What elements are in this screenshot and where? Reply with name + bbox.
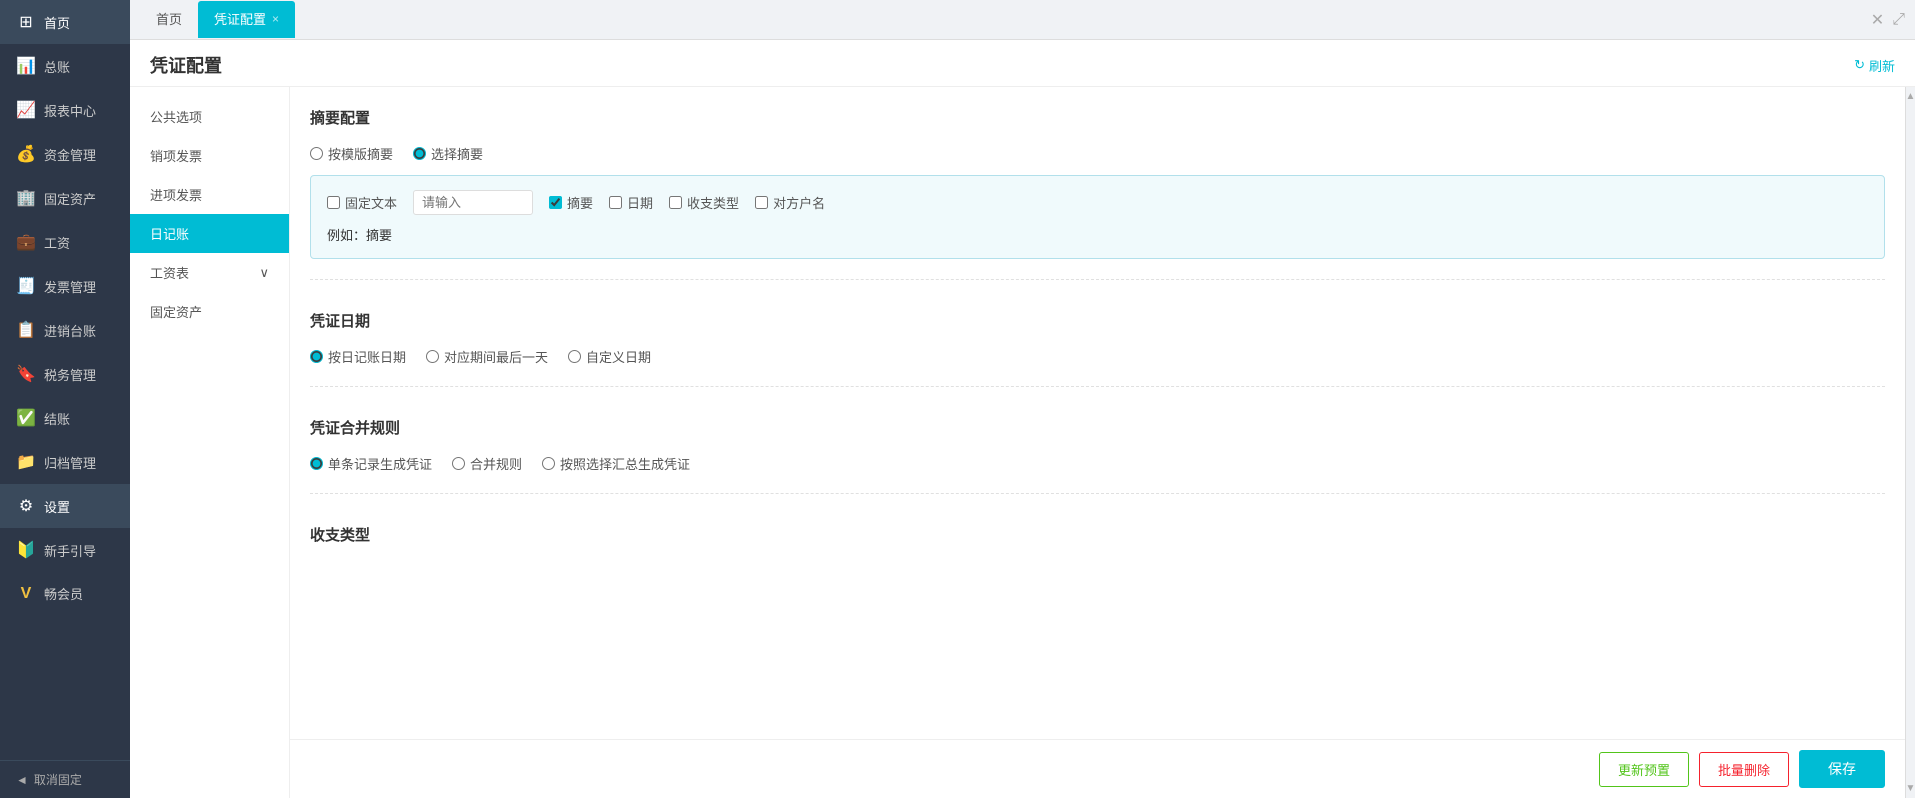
sidebar-item-tax[interactable]: 🔖 税务管理 bbox=[0, 352, 130, 396]
settings-icon: ⚙ bbox=[16, 496, 36, 516]
left-nav-output-invoice[interactable]: 销项发票 bbox=[130, 136, 289, 175]
archive-icon: 📁 bbox=[16, 452, 36, 472]
close-ledger-icon: ✅ bbox=[16, 408, 36, 428]
tab-close-button[interactable]: × bbox=[272, 12, 279, 26]
left-nav-common[interactable]: 公共选项 bbox=[130, 97, 289, 136]
window-close-button[interactable]: ✕ bbox=[1871, 10, 1884, 30]
date-radio-custom[interactable]: 自定义日期 bbox=[568, 347, 651, 366]
sidebar-item-salary[interactable]: 💼 工资 bbox=[0, 220, 130, 264]
sidebar-item-home[interactable]: ⊞ 首页 bbox=[0, 0, 130, 44]
pin-icon: ◄ bbox=[16, 773, 28, 787]
tax-icon: 🔖 bbox=[16, 364, 36, 384]
summary-checkboxes-row: 固定文本 摘要 日期 bbox=[327, 190, 1868, 215]
tab-bar: 首页 凭证配置 × ✕ ⤢ bbox=[130, 0, 1915, 40]
summary-radio-select[interactable]: 选择摘要 bbox=[413, 144, 483, 163]
income-section: 收支类型 AtM bbox=[310, 524, 1885, 641]
date-radio-journal[interactable]: 按日记账日期 bbox=[310, 347, 406, 366]
trade-icon: 📋 bbox=[16, 320, 36, 340]
date-section-title: 凭证日期 bbox=[310, 310, 1885, 331]
sidebar-item-close[interactable]: ✅ 结账 bbox=[0, 396, 130, 440]
summary-section-title: 摘要配置 bbox=[310, 107, 1885, 128]
save-button[interactable]: 保存 bbox=[1799, 750, 1885, 788]
sidebar-item-trade[interactable]: 📋 进销台账 bbox=[0, 308, 130, 352]
sidebar-item-guide[interactable]: 🔰 新手引导 bbox=[0, 528, 130, 572]
merge-section-title: 凭证合并规则 bbox=[310, 417, 1885, 438]
merge-section: 凭证合并规则 单条记录生成凭证 合并规则 按照选择汇总生成凭证 bbox=[310, 417, 1885, 494]
vip-icon: V bbox=[16, 585, 36, 603]
scroll-down-arrow[interactable]: ▼ bbox=[1902, 779, 1915, 798]
checkbox-income-type[interactable]: 收支类型 bbox=[669, 193, 739, 212]
checkbox-summary[interactable]: 摘要 bbox=[549, 193, 593, 212]
summary-config-box: 固定文本 摘要 日期 bbox=[310, 175, 1885, 259]
sidebar-item-report[interactable]: 📈 报表中心 bbox=[0, 88, 130, 132]
invoice-icon: 🧾 bbox=[16, 276, 36, 296]
merge-radio-merge[interactable]: 合并规则 bbox=[452, 454, 522, 473]
checkbox-fixed-text[interactable]: 固定文本 bbox=[327, 193, 397, 212]
content-layout: 公共选项 销项发票 进项发票 日记账 工资表 ∨ 固定资产 bbox=[130, 87, 1915, 798]
report-icon: 📈 bbox=[16, 100, 36, 120]
left-nav-input-invoice[interactable]: 进项发票 bbox=[130, 175, 289, 214]
income-content: AtM bbox=[310, 561, 1885, 621]
date-radio-period-last[interactable]: 对应期间最后一天 bbox=[426, 347, 548, 366]
update-preview-button[interactable]: 更新预置 bbox=[1599, 752, 1689, 787]
right-content: 摘要配置 按模版摘要 选择摘要 bbox=[290, 87, 1905, 739]
left-nav: 公共选项 销项发票 进项发票 日记账 工资表 ∨ 固定资产 bbox=[130, 87, 290, 798]
checkbox-date[interactable]: 日期 bbox=[609, 193, 653, 212]
sidebar-item-ledger[interactable]: 📊 总账 bbox=[0, 44, 130, 88]
summary-radio-group: 按模版摘要 选择摘要 bbox=[310, 144, 1885, 163]
fixed-text-input[interactable] bbox=[413, 190, 533, 215]
summary-section: 摘要配置 按模版摘要 选择摘要 bbox=[310, 107, 1885, 280]
fund-icon: 💰 bbox=[16, 144, 36, 164]
checkbox-counterparty[interactable]: 对方户名 bbox=[755, 193, 825, 212]
sidebar-item-fund[interactable]: 💰 资金管理 bbox=[0, 132, 130, 176]
fixed-asset-icon: 🏢 bbox=[16, 188, 36, 208]
tab-home[interactable]: 首页 bbox=[140, 1, 198, 38]
sidebar-item-archive[interactable]: 📁 归档管理 bbox=[0, 440, 130, 484]
window-maximize-button[interactable]: ⤢ bbox=[1892, 11, 1905, 29]
sidebar: ⊞ 首页 📊 总账 📈 报表中心 💰 资金管理 🏢 固定资产 💼 工资 🧾 发票… bbox=[0, 0, 130, 798]
left-nav-fixed-asset[interactable]: 固定资产 bbox=[130, 292, 289, 331]
sidebar-item-fixed-asset[interactable]: 🏢 固定资产 bbox=[0, 176, 130, 220]
merge-radio-group: 单条记录生成凭证 合并规则 按照选择汇总生成凭证 bbox=[310, 454, 1885, 473]
income-section-title: 收支类型 bbox=[310, 524, 1885, 545]
sidebar-item-invoice[interactable]: 🧾 发票管理 bbox=[0, 264, 130, 308]
merge-radio-summary[interactable]: 按照选择汇总生成凭证 bbox=[542, 454, 690, 473]
date-section: 凭证日期 按日记账日期 对应期间最后一天 自定义日期 bbox=[310, 310, 1885, 387]
merge-radio-single[interactable]: 单条记录生成凭证 bbox=[310, 454, 432, 473]
refresh-icon: ↻ bbox=[1854, 57, 1865, 73]
main-area: 首页 凭证配置 × ✕ ⤢ 凭证配置 ↻ 刷新 公共选项 销项发票 进项 bbox=[130, 0, 1915, 798]
home-icon: ⊞ bbox=[16, 12, 36, 32]
date-radio-group: 按日记账日期 对应期间最后一天 自定义日期 bbox=[310, 347, 1885, 366]
unpin-button[interactable]: ◄ 取消固定 bbox=[0, 760, 130, 798]
salary-icon: 💼 bbox=[16, 232, 36, 252]
summary-radio-template[interactable]: 按模版摘要 bbox=[310, 144, 393, 163]
refresh-button[interactable]: ↻ 刷新 bbox=[1854, 56, 1895, 75]
left-nav-salary-table[interactable]: 工资表 ∨ bbox=[130, 253, 289, 292]
summary-preview: 例如：摘要 bbox=[327, 225, 1868, 244]
bottom-bar: 更新预置 批量删除 保存 bbox=[290, 739, 1905, 798]
window-controls: ✕ ⤢ bbox=[1871, 10, 1905, 30]
left-nav-journal[interactable]: 日记账 bbox=[130, 214, 289, 253]
page-title: 凭证配置 bbox=[150, 52, 222, 78]
sidebar-item-settings[interactable]: ⚙ 设置 bbox=[0, 484, 130, 528]
tab-voucher-config[interactable]: 凭证配置 × bbox=[198, 1, 295, 38]
sidebar-item-vip[interactable]: V 畅会员 bbox=[0, 572, 130, 615]
guide-icon: 🔰 bbox=[16, 540, 36, 560]
ledger-icon: 📊 bbox=[16, 56, 36, 76]
page-header: 凭证配置 ↻ 刷新 bbox=[130, 40, 1915, 87]
batch-delete-button[interactable]: 批量删除 bbox=[1699, 752, 1789, 787]
scroll-hint: ▲ ▼ bbox=[1905, 87, 1915, 798]
chevron-down-icon: ∨ bbox=[259, 265, 269, 281]
